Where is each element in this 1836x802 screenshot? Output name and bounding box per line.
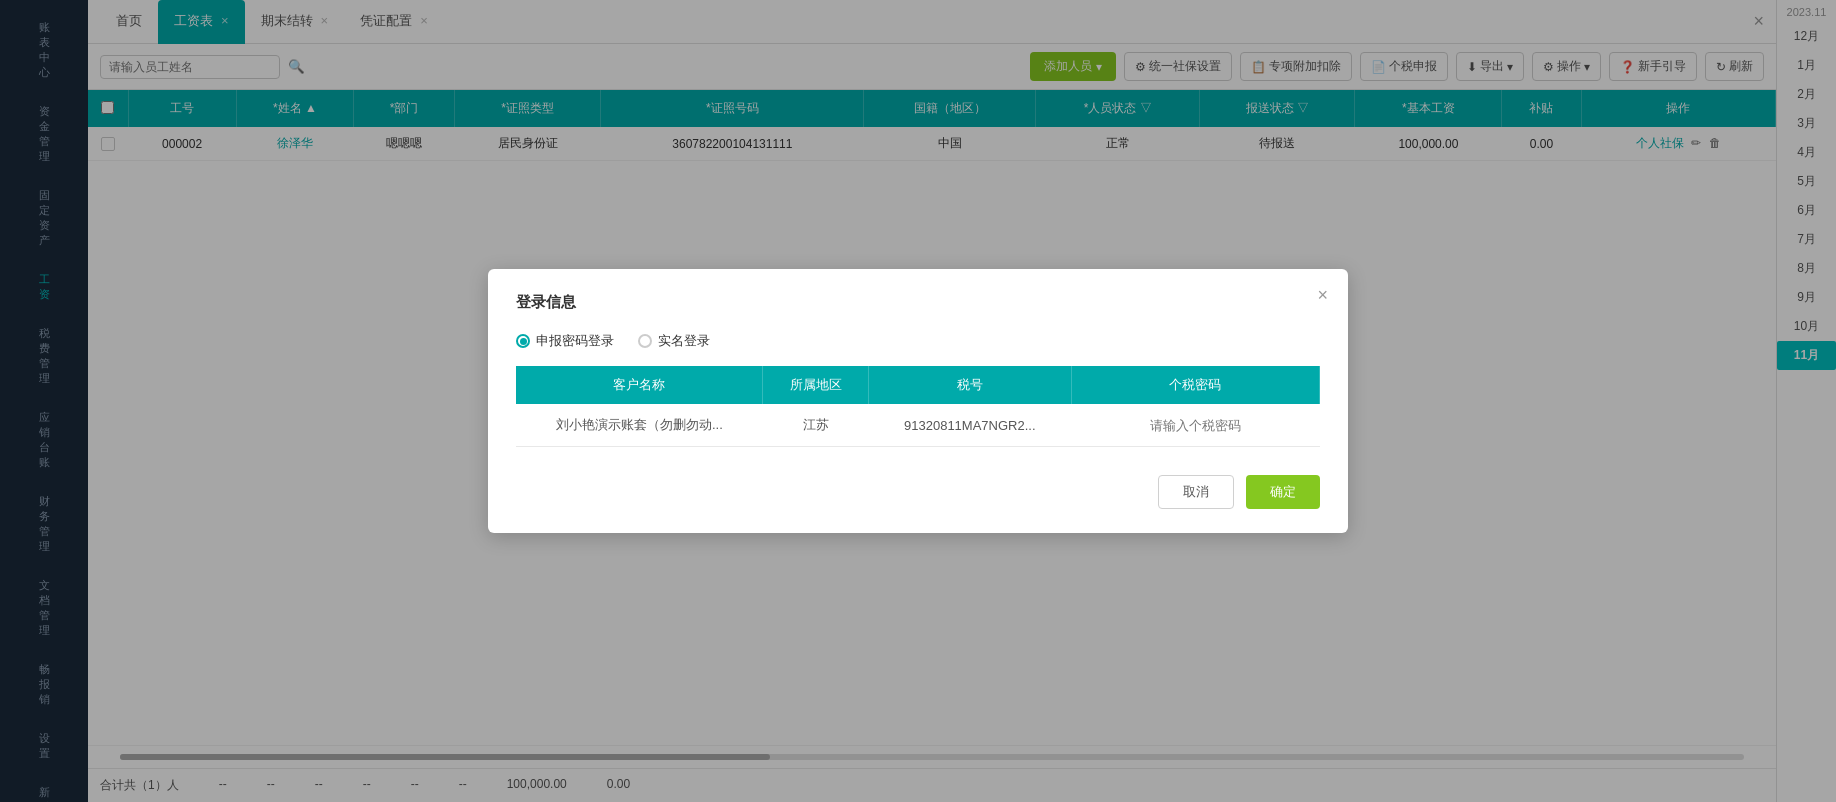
cancel-button[interactable]: 取消: [1158, 475, 1234, 509]
dialog-client-region: 江苏: [763, 404, 868, 447]
dialog-client-tax-id: 91320811MA7NGR2...: [868, 404, 1071, 447]
dialog-col-region: 所属地区: [763, 366, 868, 404]
dialog-password-input-cell[interactable]: [1071, 404, 1319, 447]
dialog-table-row: 刘小艳演示账套（勿删勿动... 江苏 91320811MA7NGR2...: [516, 404, 1320, 447]
radio-inner-dot: [520, 338, 527, 345]
radio-realname-login[interactable]: 实名登录: [638, 332, 710, 350]
confirm-button[interactable]: 确定: [1246, 475, 1320, 509]
dialog-col-tax-id: 税号: [868, 366, 1071, 404]
modal-close-button[interactable]: ×: [1317, 285, 1328, 306]
dialog-col-name: 客户名称: [516, 366, 763, 404]
login-info-modal: 登录信息 × 申报密码登录 实名登录 客户名称: [488, 269, 1348, 533]
radio-password-login[interactable]: 申报密码登录: [516, 332, 614, 350]
radio-group: 申报密码登录 实名登录: [516, 332, 1320, 350]
dialog-col-password: 个税密码: [1071, 366, 1319, 404]
password-input[interactable]: [1087, 418, 1303, 433]
modal-backdrop: 登录信息 × 申报密码登录 实名登录 客户名称: [0, 0, 1836, 802]
radio-checked-icon: [516, 334, 530, 348]
modal-title: 登录信息: [516, 293, 1320, 312]
modal-footer: 取消 确定: [516, 475, 1320, 509]
dialog-client-name: 刘小艳演示账套（勿删勿动...: [516, 404, 763, 447]
login-info-table: 客户名称 所属地区 税号 个税密码 刘小艳演示账套（勿删勿动... 江苏 913…: [516, 366, 1320, 447]
radio-unchecked-icon: [638, 334, 652, 348]
